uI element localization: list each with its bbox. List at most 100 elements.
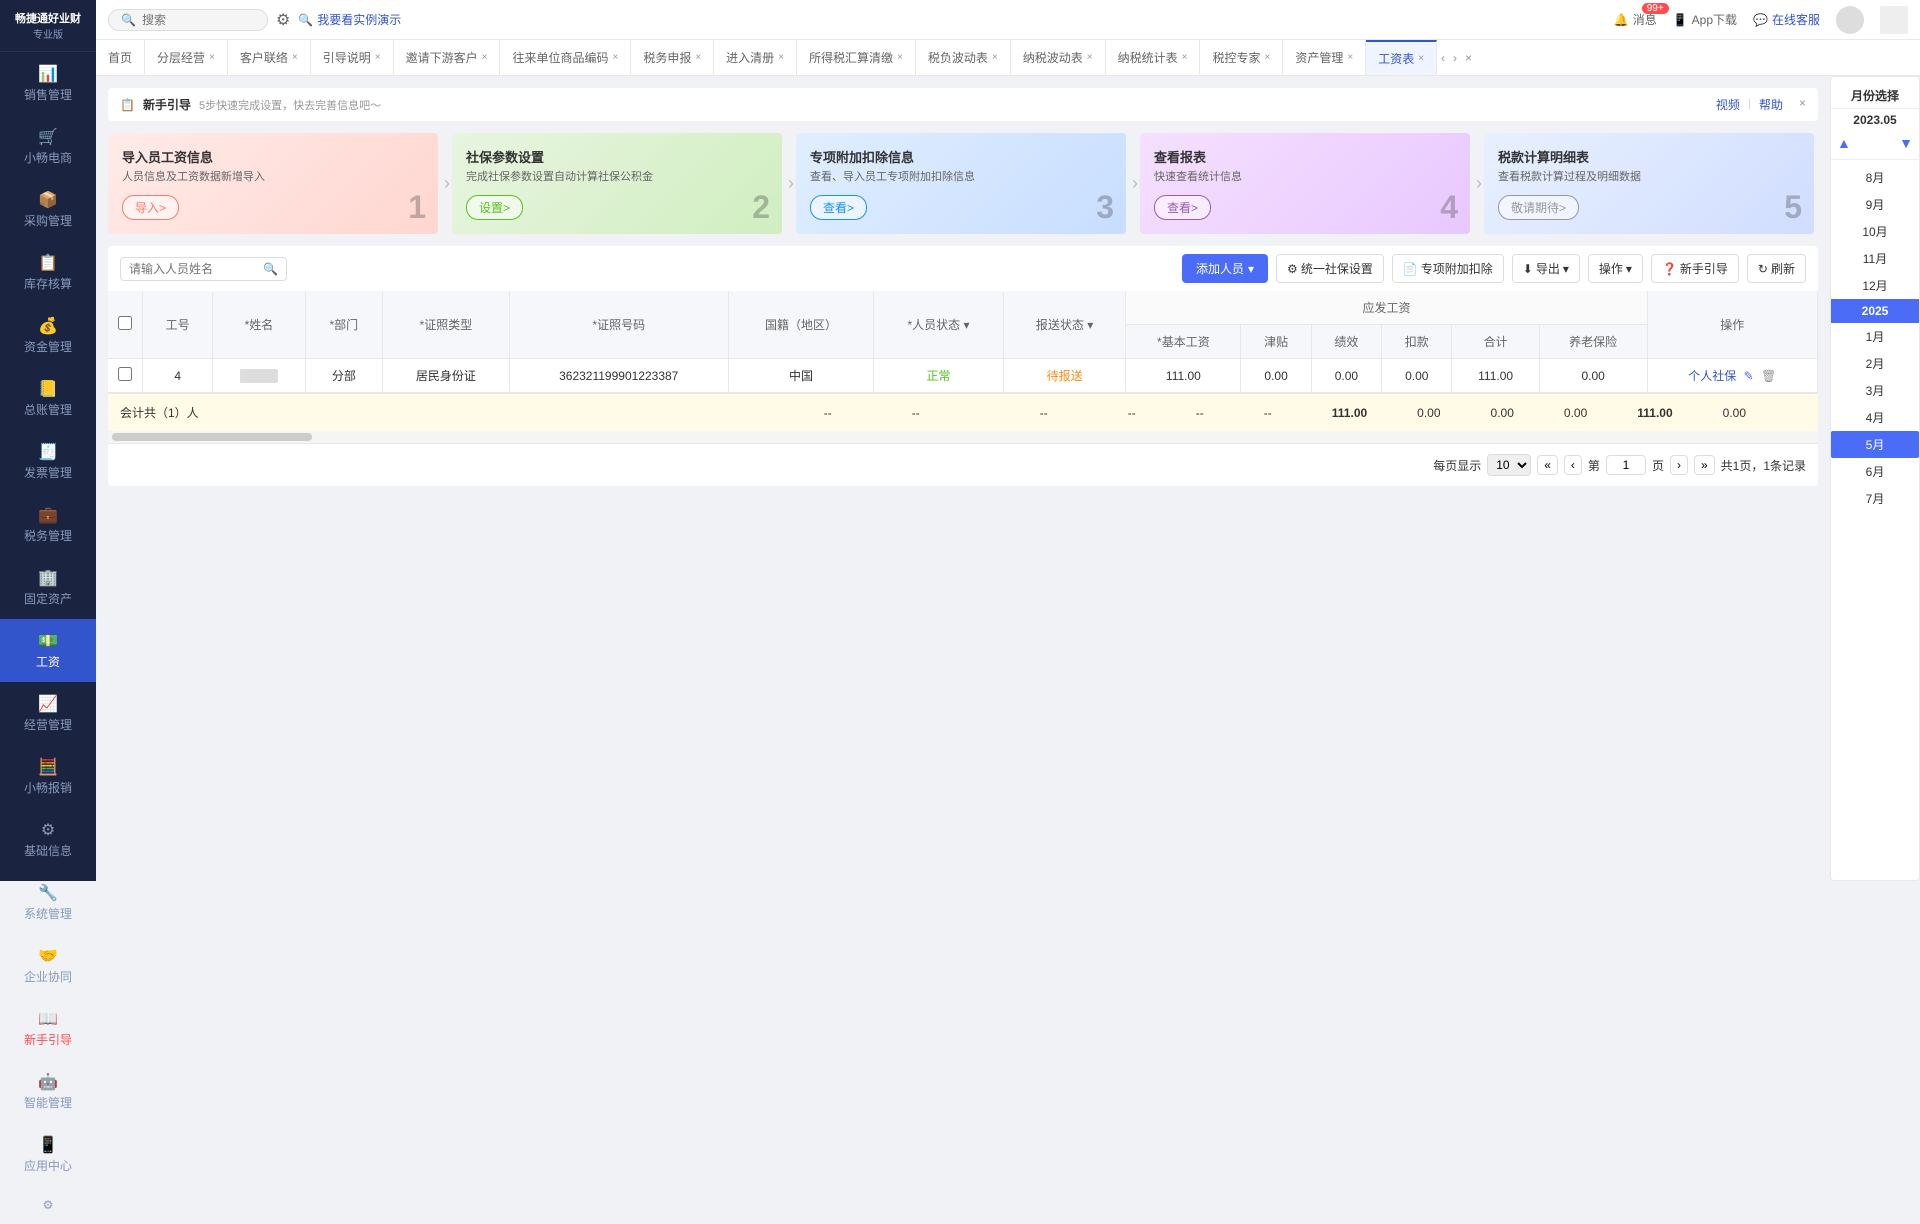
sidebar-item-ledger[interactable]: 📒 总账管理 — [0, 367, 96, 430]
tab-close-all[interactable]: × — [1461, 51, 1476, 65]
month-5[interactable]: 5月 — [1831, 431, 1919, 458]
guide-close-icon[interactable]: × — [1799, 96, 1806, 113]
step-1-btn[interactable]: 导入> — [122, 195, 179, 220]
step-3-btn[interactable]: 查看> — [810, 195, 867, 220]
tab-product-code[interactable]: 往来单位商品编码 × — [500, 40, 631, 76]
tab-close-assets[interactable]: × — [1347, 52, 1353, 63]
tab-home[interactable]: 首页 — [96, 40, 145, 76]
tab-close-invite[interactable]: × — [482, 52, 488, 63]
sidebar-item-assets[interactable]: 🏢 固定资产 — [0, 556, 96, 619]
operation-button[interactable]: 操作 ▾ — [1588, 254, 1643, 283]
add-employee-button[interactable]: 添加人员 ▾ — [1182, 254, 1268, 283]
tab-assets[interactable]: 资产管理 × — [1283, 40, 1366, 76]
last-page-button[interactable]: » — [1694, 455, 1715, 475]
tab-close-tax-stat[interactable]: × — [1182, 52, 1188, 63]
tab-salary[interactable]: 工资表 × — [1366, 40, 1437, 76]
step-5-btn[interactable]: 敬请期待> — [1498, 195, 1579, 220]
topbar-settings-icon[interactable]: ⚙ — [276, 10, 290, 30]
tab-close-salary[interactable]: × — [1418, 53, 1424, 64]
tab-close-income-tax[interactable]: × — [897, 52, 903, 63]
guide-video-link[interactable]: 视频 — [1716, 96, 1740, 113]
sidebar-item-newguide[interactable]: 📖 新手引导 — [0, 997, 96, 1060]
edit-icon[interactable]: ✎ — [1744, 369, 1754, 383]
sidebar-item-collab[interactable]: 🤝 企业协同 — [0, 934, 96, 997]
sidebar-item-management[interactable]: 📈 经营管理 — [0, 682, 96, 745]
tab-close-yindao[interactable]: × — [375, 52, 381, 63]
month-11[interactable]: 11月 — [1831, 245, 1919, 272]
delete-icon[interactable]: 🗑 — [1761, 369, 1776, 383]
sidebar-item-ecommerce[interactable]: 🛒 小畅电商 — [0, 115, 96, 178]
tab-qingce[interactable]: 进入清册 × — [714, 40, 797, 76]
prev-page-button[interactable]: ‹ — [1564, 455, 1582, 475]
tab-tax-burden[interactable]: 税负波动表 × — [916, 40, 1011, 76]
app-download-button[interactable]: 📱 App下载 — [1673, 11, 1737, 28]
export-button[interactable]: ⬇ 导出 ▾ — [1512, 254, 1580, 283]
personal-social-btn[interactable]: 个人社保 — [1688, 369, 1736, 383]
month-down-button[interactable]: ▼ — [1899, 135, 1913, 151]
refresh-button[interactable]: ↻ 刷新 — [1747, 254, 1806, 283]
tab-close-tax-expert[interactable]: × — [1264, 52, 1270, 63]
tab-close-product-code[interactable]: × — [612, 52, 618, 63]
tab-income-tax[interactable]: 所得税汇算清缴 × — [797, 40, 916, 76]
sidebar-item-invoice[interactable]: 🧾 发票管理 — [0, 430, 96, 493]
social-security-settings-button[interactable]: ⚙ 统一社保设置 — [1276, 254, 1384, 283]
user-menu-button[interactable] — [1880, 6, 1908, 34]
sidebar-item-system[interactable]: 🔧 系统管理 — [0, 871, 96, 934]
page-size-select[interactable]: 10 20 50 — [1487, 454, 1531, 476]
tab-invite[interactable]: 邀请下游客户 × — [394, 40, 501, 76]
sidebar-item-basic-info[interactable]: ⚙ 基础信息 — [0, 808, 96, 871]
tab-kehu[interactable]: 客户联络 × — [228, 40, 311, 76]
month-12[interactable]: 12月 — [1831, 272, 1919, 299]
tab-close-tax-wave[interactable]: × — [1087, 52, 1093, 63]
user-avatar[interactable] — [1836, 6, 1864, 34]
month-up-button[interactable]: ▲ — [1837, 135, 1851, 151]
month-1[interactable]: 1月 — [1831, 323, 1919, 350]
tab-tax-expert[interactable]: 税控专家 × — [1200, 40, 1283, 76]
topbar-search-box[interactable]: 🔍 — [108, 9, 268, 31]
employee-search-wrap[interactable]: 🔍 — [120, 257, 287, 281]
next-page-button[interactable]: › — [1670, 455, 1688, 475]
step-2-btn[interactable]: 设置> — [466, 195, 523, 220]
online-service-button[interactable]: 💬 在线客服 — [1753, 11, 1820, 28]
tab-close-tax-burden[interactable]: × — [992, 52, 998, 63]
step-4-btn[interactable]: 查看> — [1154, 195, 1211, 220]
sidebar-settings[interactable]: ⚙ — [0, 1186, 96, 1224]
status-filter-icon[interactable]: ▾ — [963, 318, 969, 332]
month-7[interactable]: 7月 — [1831, 485, 1919, 512]
topbar-search-input[interactable] — [142, 13, 262, 27]
guide-button[interactable]: ❓ 新手引导 — [1651, 254, 1739, 283]
sidebar-item-purchase[interactable]: 📦 采购管理 — [0, 178, 96, 241]
tab-tax-wave[interactable]: 纳税波动表 × — [1011, 40, 1106, 76]
horizontal-scrollbar[interactable] — [108, 431, 1818, 443]
tab-fengjingying[interactable]: 分层经营 × — [145, 40, 228, 76]
select-all-checkbox[interactable] — [118, 316, 132, 330]
employee-search-input[interactable] — [129, 262, 259, 276]
tab-close-fengjingying[interactable]: × — [209, 52, 215, 63]
tab-tax-stat[interactable]: 纳税统计表 × — [1106, 40, 1201, 76]
year-2025[interactable]: 2025 — [1831, 299, 1919, 323]
month-9[interactable]: 9月 — [1831, 191, 1919, 218]
tab-yindao[interactable]: 引导说明 × — [311, 40, 394, 76]
sidebar-item-salary[interactable]: 💵 工资 — [0, 619, 96, 682]
month-10[interactable]: 10月 — [1831, 218, 1919, 245]
month-6[interactable]: 6月 — [1831, 458, 1919, 485]
guide-help-link[interactable]: 帮助 — [1759, 96, 1783, 113]
sidebar-item-app-center[interactable]: 📱 应用中心 — [0, 1123, 96, 1186]
sidebar-item-inventory[interactable]: 📋 库存核算 — [0, 241, 96, 304]
page-input[interactable]: 1 — [1606, 455, 1646, 475]
demo-link[interactable]: 🔍 我要看实例演示 — [298, 11, 401, 28]
tab-close-qingce[interactable]: × — [778, 52, 784, 63]
sidebar-item-ai[interactable]: 🤖 智能管理 — [0, 1060, 96, 1123]
sidebar-item-tax[interactable]: 💼 税务管理 — [0, 493, 96, 556]
sidebar-item-expense[interactable]: 🧮 小畅报销 — [0, 745, 96, 808]
tab-close-kehu[interactable]: × — [292, 52, 298, 63]
report-filter-icon[interactable]: ▾ — [1087, 318, 1093, 332]
row-checkbox[interactable] — [118, 367, 132, 381]
scrollbar-thumb[interactable] — [112, 433, 312, 441]
month-3[interactable]: 3月 — [1831, 377, 1919, 404]
tab-close-tax-report[interactable]: × — [695, 52, 701, 63]
tab-nav-next[interactable]: › — [1449, 51, 1461, 65]
message-button[interactable]: 🔔 消息 99+ — [1614, 11, 1657, 28]
month-2[interactable]: 2月 — [1831, 350, 1919, 377]
tab-tax-report[interactable]: 税务申报 × — [631, 40, 714, 76]
